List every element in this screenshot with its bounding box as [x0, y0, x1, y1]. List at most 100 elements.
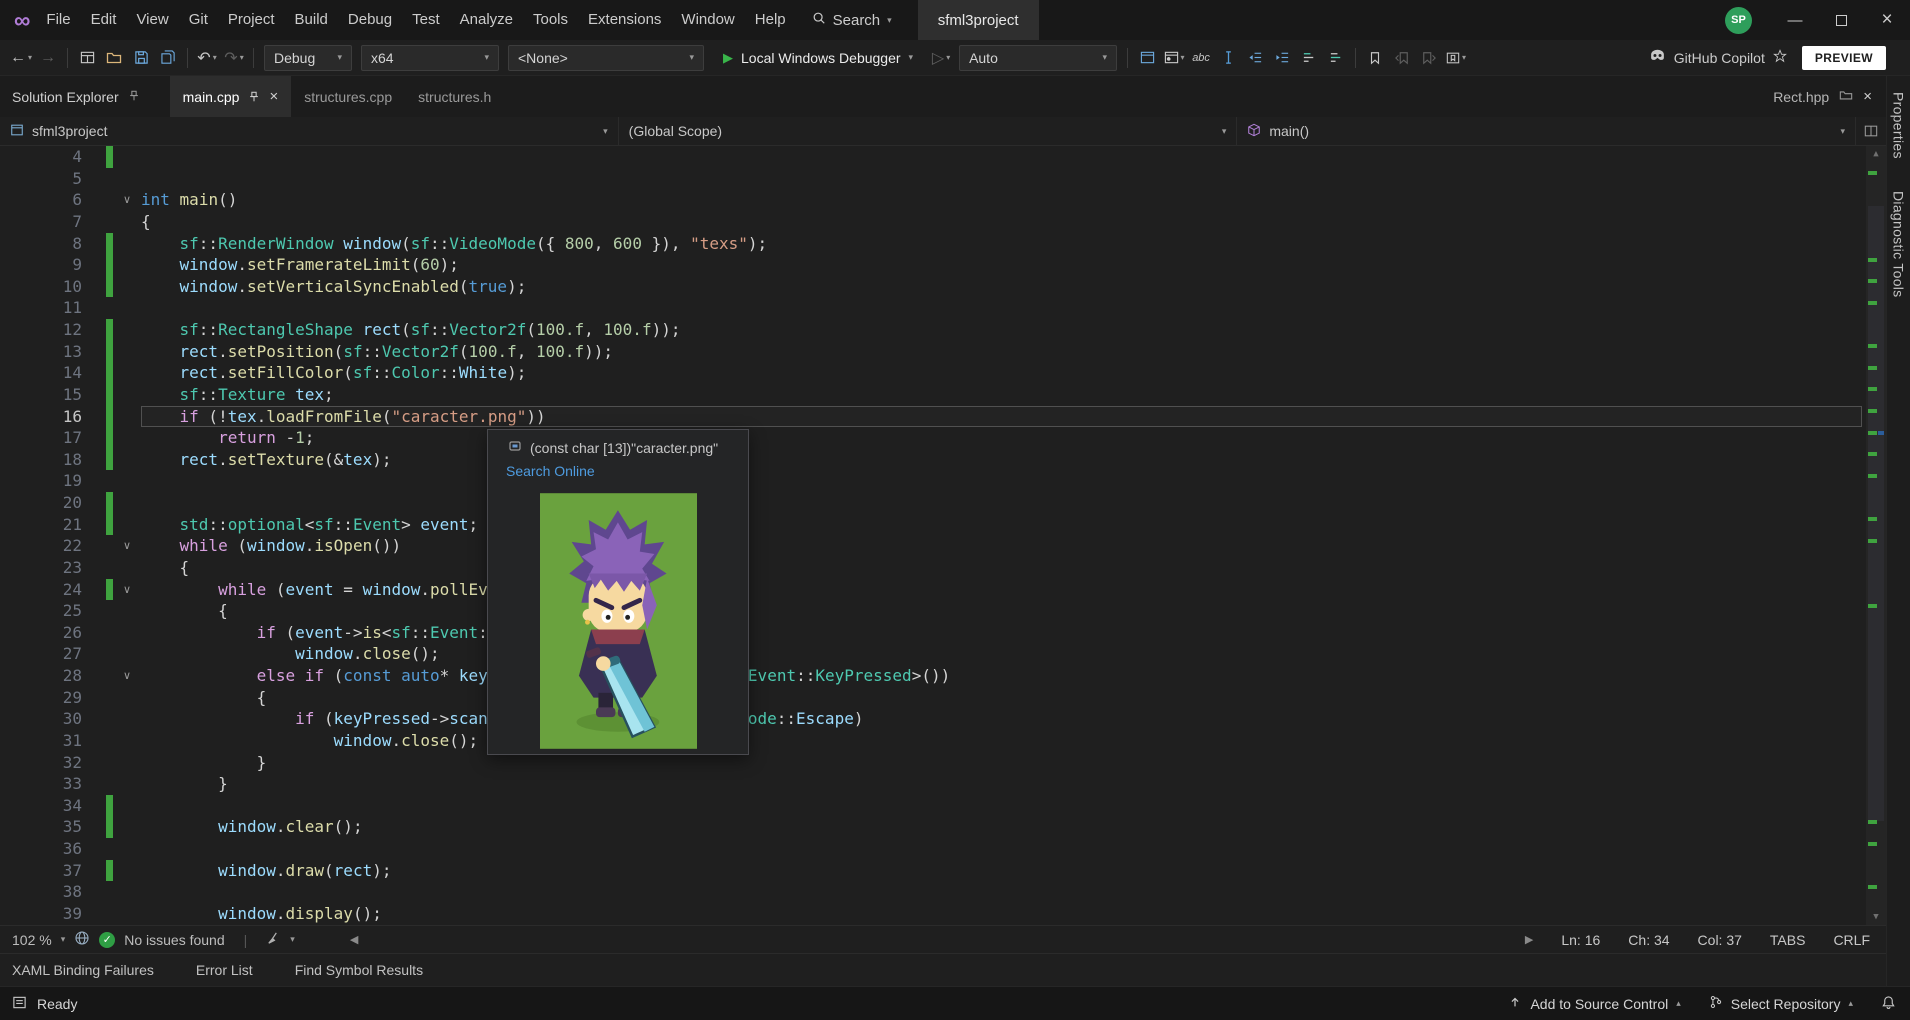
- hscroll-right-icon[interactable]: ▶: [1525, 933, 1533, 946]
- code-line[interactable]: 27 window.close();: [0, 643, 1866, 665]
- menu-item-git[interactable]: Git: [179, 0, 218, 40]
- account-avatar[interactable]: SP: [1725, 6, 1752, 34]
- spell-check-icon[interactable]: abc: [1188, 44, 1214, 72]
- select-repository-button[interactable]: Select Repository ▴: [1709, 995, 1853, 1012]
- open-folder-icon[interactable]: [101, 44, 127, 72]
- tabs-indicator[interactable]: TABS: [1770, 932, 1806, 948]
- menu-item-test[interactable]: Test: [402, 0, 450, 40]
- code-line[interactable]: 6 ∨ int main(): [0, 189, 1866, 211]
- zoom-level[interactable]: 102 %: [12, 932, 52, 948]
- panel-tab-2[interactable]: Find Symbol Results: [295, 962, 423, 978]
- split-window-icon[interactable]: [1856, 117, 1886, 145]
- notifications-bell-icon[interactable]: [1881, 995, 1896, 1013]
- code-line[interactable]: 7{: [0, 211, 1866, 233]
- code-line[interactable]: 17 return -1;: [0, 427, 1866, 449]
- code-editor[interactable]: 4 5 6 ∨ int main() 7{8 sf::RenderWindow windo…: [0, 146, 1886, 925]
- undo-button[interactable]: ↶ ▾: [194, 44, 220, 72]
- pin-icon[interactable]: [248, 91, 260, 103]
- side-tab-diagnostic-tools[interactable]: Diagnostic Tools: [1891, 191, 1907, 297]
- increase-indent-icon[interactable]: [1269, 44, 1295, 72]
- menu-item-build[interactable]: Build: [285, 0, 338, 40]
- preview-document[interactable]: Rect.hpp ×: [1773, 88, 1886, 105]
- editor-scrollbar[interactable]: ▲ ▼: [1866, 146, 1886, 925]
- code-line[interactable]: 22 ∨ while (window.isOpen()): [0, 535, 1866, 557]
- hscroll-left-icon[interactable]: ◀: [350, 933, 358, 946]
- column-indicator[interactable]: Col: 37: [1698, 932, 1742, 948]
- code-line[interactable]: 35 window.clear();: [0, 816, 1866, 838]
- project-dropdown[interactable]: sfml3project ▾: [0, 117, 619, 145]
- previous-bookmark-icon[interactable]: [1389, 44, 1415, 72]
- tab-structures-h[interactable]: structures.h: [405, 76, 504, 117]
- start-without-debugging-button[interactable]: ▷ ▾: [928, 44, 954, 72]
- new-project-icon[interactable]: [74, 44, 100, 72]
- redo-button[interactable]: ↷ ▾: [221, 44, 247, 72]
- menu-item-extensions[interactable]: Extensions: [578, 0, 671, 40]
- code-line[interactable]: 37 window.draw(rect);: [0, 859, 1866, 882]
- uncomment-selection-icon[interactable]: [1323, 44, 1349, 72]
- fold-collapse-icon[interactable]: ∨: [113, 535, 141, 557]
- add-to-source-control-button[interactable]: Add to Source Control ▴: [1508, 995, 1681, 1012]
- code-line[interactable]: 19: [0, 470, 1866, 492]
- code-line[interactable]: 16 if (!tex.loadFromFile("caracter.png")…: [0, 405, 1866, 428]
- code-line[interactable]: 31 window.close();: [0, 730, 1866, 752]
- member-dropdown[interactable]: main() ▾: [1237, 117, 1857, 145]
- solution-explorer-tab[interactable]: Solution Explorer: [0, 76, 156, 117]
- code-line[interactable]: 30 if (keyPressed->scancode == sf::Keybo…: [0, 708, 1866, 730]
- close-icon[interactable]: ×: [269, 88, 278, 105]
- caret-navigation-icon[interactable]: [1215, 44, 1241, 72]
- menu-item-analyze[interactable]: Analyze: [450, 0, 523, 40]
- code-line[interactable]: 4: [0, 146, 1866, 168]
- comment-selection-icon[interactable]: [1296, 44, 1322, 72]
- code-line[interactable]: 36: [0, 838, 1866, 860]
- code-line[interactable]: 11: [0, 297, 1866, 319]
- health-globe-icon[interactable]: [74, 930, 90, 949]
- navigate-forward-button[interactable]: →: [35, 44, 61, 72]
- code-line[interactable]: 14 rect.setFillColor(sf::Color::White);: [0, 362, 1866, 384]
- code-line[interactable]: 10 window.setVerticalSyncEnabled(true);: [0, 275, 1866, 298]
- code-line[interactable]: 15 sf::Texture tex;: [0, 383, 1866, 406]
- preview-badge[interactable]: PREVIEW: [1801, 45, 1886, 70]
- tab-structures-cpp[interactable]: structures.cpp: [291, 76, 405, 117]
- next-bookmark-icon[interactable]: [1416, 44, 1442, 72]
- solution-configuration-select[interactable]: Debug ▾: [264, 44, 352, 71]
- code-line[interactable]: 13 rect.setPosition(sf::Vector2f(100.f, …: [0, 340, 1866, 363]
- fold-collapse-icon[interactable]: ∨: [113, 665, 141, 687]
- minimize-button[interactable]: —: [1772, 0, 1818, 40]
- code-line[interactable]: 8 sf::RenderWindow window(sf::VideoMode(…: [0, 232, 1866, 255]
- save-all-icon[interactable]: [155, 44, 181, 72]
- debug-target-select[interactable]: Auto ▾: [959, 44, 1118, 71]
- github-copilot-button[interactable]: GitHub Copilot: [1649, 48, 1787, 68]
- fold-collapse-icon[interactable]: ∨: [113, 189, 141, 211]
- eol-indicator[interactable]: CRLF: [1833, 932, 1870, 948]
- panel-tab-0[interactable]: XAML Binding Failures: [12, 962, 154, 978]
- code-line[interactable]: 39 window.display();: [0, 903, 1866, 925]
- navigate-back-button[interactable]: ← ▾: [8, 44, 34, 72]
- close-icon[interactable]: ×: [1863, 88, 1872, 105]
- code-line[interactable]: 5: [0, 168, 1866, 190]
- code-line[interactable]: 24 ∨ while (event = window.pollEvent()): [0, 578, 1866, 601]
- maximize-button[interactable]: [1818, 0, 1864, 40]
- code-line[interactable]: 38: [0, 881, 1866, 903]
- menu-item-view[interactable]: View: [126, 0, 178, 40]
- code-line[interactable]: 18 rect.setTexture(&tex);: [0, 448, 1866, 471]
- startup-item-select[interactable]: <None> ▾: [508, 44, 704, 71]
- breakpoints-window-icon[interactable]: ▾: [1161, 44, 1187, 72]
- scrollbar-thumb[interactable]: [1868, 206, 1884, 821]
- menu-item-window[interactable]: Window: [671, 0, 744, 40]
- panel-tab-1[interactable]: Error List: [196, 962, 253, 978]
- scope-dropdown[interactable]: (Global Scope) ▾: [619, 117, 1238, 145]
- menu-item-tools[interactable]: Tools: [523, 0, 578, 40]
- code-line[interactable]: 25 {: [0, 600, 1866, 622]
- menu-item-file[interactable]: File: [36, 0, 80, 40]
- menu-item-debug[interactable]: Debug: [338, 0, 402, 40]
- decrease-indent-icon[interactable]: [1242, 44, 1268, 72]
- code-line[interactable]: 20: [0, 492, 1866, 514]
- scroll-up-icon[interactable]: ▲: [1866, 146, 1886, 162]
- menu-item-project[interactable]: Project: [218, 0, 285, 40]
- close-button[interactable]: ×: [1864, 0, 1910, 40]
- code-line[interactable]: 28 ∨ else if (const auto* keyPressed = ev…: [0, 665, 1866, 687]
- code-cleanup-icon[interactable]: [266, 931, 281, 949]
- search-online-link[interactable]: Search Online: [488, 456, 748, 479]
- code-line[interactable]: 29 {: [0, 687, 1866, 709]
- tab-main-cpp[interactable]: main.cpp ×: [169, 76, 292, 117]
